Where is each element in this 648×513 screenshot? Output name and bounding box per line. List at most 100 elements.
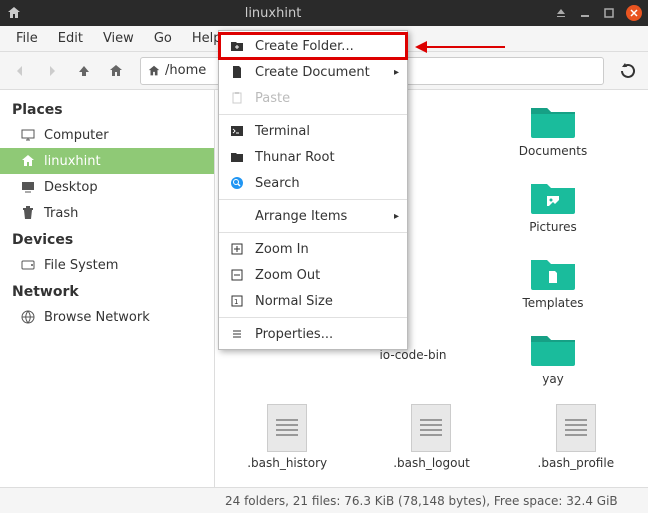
path-home-icon [147, 64, 161, 78]
folder-pictures[interactable]: Pictures [498, 176, 608, 234]
folder-yay[interactable]: yay [498, 328, 608, 386]
monitor-icon [20, 127, 36, 143]
sidebar-item-filesystem[interactable]: File System [0, 252, 214, 278]
folder-dark-icon [229, 149, 245, 165]
file-label: .bash_history [247, 456, 327, 470]
document-icon [411, 404, 451, 452]
blank-icon [229, 208, 245, 224]
sidebar-item-label: Desktop [44, 180, 98, 195]
annotation-arrow [415, 40, 505, 54]
ctx-properties[interactable]: Properties... [219, 321, 407, 347]
window-controls [554, 5, 642, 21]
document-icon [267, 404, 307, 452]
path-text: /home [165, 63, 206, 78]
sidebar-item-label: Trash [44, 206, 78, 221]
zoom-normal-icon: 1 [229, 293, 245, 309]
sidebar-item-trash[interactable]: Trash [0, 200, 214, 226]
forward-button[interactable] [38, 57, 66, 85]
sidebar-item-linuxhint[interactable]: linuxhint [0, 148, 214, 174]
submenu-arrow-icon: ▸ [394, 211, 399, 222]
minimize-icon[interactable] [578, 6, 592, 20]
ctx-separator [219, 114, 407, 115]
ctx-arrange-items[interactable]: Arrange Items ▸ [219, 203, 407, 229]
titlebar: linuxhint [0, 0, 648, 26]
ctx-zoom-in[interactable]: Zoom In [219, 236, 407, 262]
svg-text:1: 1 [234, 298, 238, 306]
ctx-normal-size[interactable]: 1 Normal Size [219, 288, 407, 314]
ctx-label: Terminal [255, 124, 310, 139]
up-button[interactable] [70, 57, 98, 85]
close-icon[interactable] [626, 5, 642, 21]
paste-icon [229, 90, 245, 106]
ctx-label: Properties... [255, 327, 333, 342]
sidebar: Places Computer linuxhint Desktop Trash … [0, 90, 215, 487]
ctx-create-folder[interactable]: Create Folder... [219, 33, 407, 59]
sidebar-heading-places: Places [0, 96, 214, 122]
file-label: Templates [522, 296, 583, 310]
ctx-separator [219, 232, 407, 233]
ctx-label: Zoom Out [255, 268, 320, 283]
status-text: 24 folders, 21 files: 76.3 KiB (78,148 b… [225, 494, 618, 508]
sidebar-item-browse-network[interactable]: Browse Network [0, 304, 214, 330]
sidebar-item-desktop[interactable]: Desktop [0, 174, 214, 200]
file-bash-logout[interactable]: .bash_logout [376, 404, 486, 470]
back-button[interactable] [6, 57, 34, 85]
sidebar-item-label: File System [44, 258, 118, 273]
zoom-in-icon [229, 241, 245, 257]
file-bash-profile[interactable]: .bash_profile [521, 404, 631, 470]
ctx-label: Create Folder... [255, 39, 354, 54]
folder-templates[interactable]: Templates [498, 252, 608, 310]
window-keep-above-icon[interactable] [554, 6, 568, 20]
sidebar-item-label: linuxhint [44, 154, 101, 169]
file-label: yay [542, 372, 564, 386]
submenu-arrow-icon: ▸ [394, 67, 399, 78]
context-menu: Create Folder... Create Document▸ Paste … [218, 30, 408, 350]
zoom-out-icon [229, 267, 245, 283]
ctx-label: Normal Size [255, 294, 333, 309]
file-label: .bash_profile [538, 456, 615, 470]
sidebar-item-computer[interactable]: Computer [0, 122, 214, 148]
ctx-label: Thunar Root [255, 150, 335, 165]
ctx-separator [219, 317, 407, 318]
folder-plus-icon [229, 38, 245, 54]
folder-icon [529, 328, 577, 368]
folder-icon [529, 176, 577, 216]
home-button[interactable] [102, 57, 130, 85]
folder-documents[interactable]: Documents [498, 100, 608, 158]
file-bash-history[interactable]: .bash_history [232, 404, 342, 470]
terminal-icon [229, 123, 245, 139]
ctx-label: Zoom In [255, 242, 309, 257]
menu-file[interactable]: File [6, 27, 48, 50]
doc-plus-icon [229, 64, 245, 80]
menu-view[interactable]: View [93, 27, 144, 50]
file-label: Documents [519, 144, 587, 158]
search-icon [229, 175, 245, 191]
desktop-icon [20, 179, 36, 195]
ctx-label: Search [255, 176, 300, 191]
folder-io-code-bin[interactable]: io-code-bin [358, 348, 468, 386]
maximize-icon[interactable] [602, 6, 616, 20]
globe-icon [20, 309, 36, 325]
disk-icon [20, 257, 36, 273]
ctx-search[interactable]: Search [219, 170, 407, 196]
ctx-label: Paste [255, 91, 290, 106]
properties-icon [229, 326, 245, 342]
sidebar-item-label: Computer [44, 128, 109, 143]
document-icon [556, 404, 596, 452]
ctx-paste: Paste [219, 85, 407, 111]
ctx-zoom-out[interactable]: Zoom Out [219, 262, 407, 288]
ctx-create-document[interactable]: Create Document▸ [219, 59, 407, 85]
ctx-label: Arrange Items [255, 209, 347, 224]
sidebar-heading-network: Network [0, 278, 214, 304]
sidebar-item-label: Browse Network [44, 310, 150, 325]
ctx-terminal[interactable]: Terminal [219, 118, 407, 144]
menu-edit[interactable]: Edit [48, 27, 93, 50]
ctx-thunar-root[interactable]: Thunar Root [219, 144, 407, 170]
trash-icon [20, 205, 36, 221]
sidebar-heading-devices: Devices [0, 226, 214, 252]
file-label: .bash_logout [393, 456, 470, 470]
menu-go[interactable]: Go [144, 27, 182, 50]
refresh-button[interactable] [614, 57, 642, 85]
folder-icon [529, 100, 577, 140]
file-label: Pictures [529, 220, 577, 234]
